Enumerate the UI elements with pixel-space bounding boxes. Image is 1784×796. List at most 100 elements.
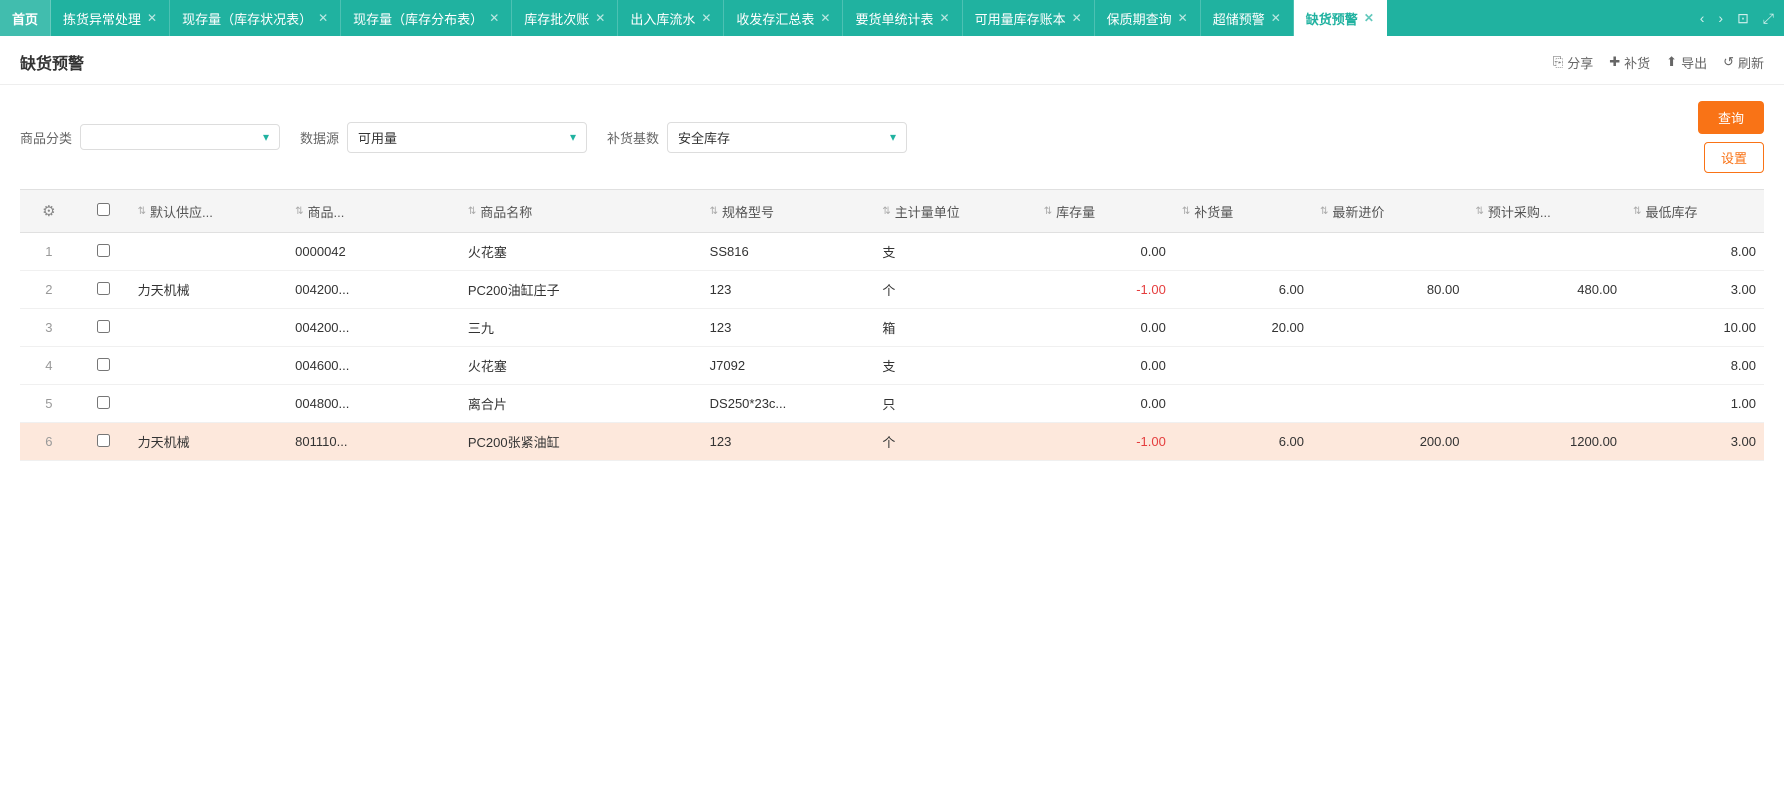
th-forecast-purchase: ⇅ 预计采购... (1467, 190, 1625, 233)
datasource-select[interactable]: 可用量 ▾ (347, 122, 587, 153)
row-unit: 箱 (874, 309, 1035, 347)
row-stock: 0.00 (1036, 233, 1174, 271)
column-settings-button[interactable]: ⚙ (40, 200, 57, 222)
tab-batch-account[interactable]: 库存批次账 ✕ (512, 0, 618, 36)
tab-close-expiry-query[interactable]: ✕ (1178, 11, 1188, 25)
row-spec: SS816 (702, 233, 875, 271)
th-min-stock: ⇅ 最低库存 (1625, 190, 1764, 233)
row-stock: 0.00 (1036, 385, 1174, 423)
table-row: 2 力天机械 004200... PC200油缸庄子 123 个 -1.00 6… (20, 271, 1764, 309)
th-select-all (78, 190, 130, 233)
tab-home[interactable]: 首页 (0, 0, 51, 36)
row-min-stock: 3.00 (1625, 271, 1764, 309)
page-title: 缺货预警 (20, 50, 84, 74)
row-checkbox[interactable] (97, 320, 110, 333)
row-latest-price: 200.00 (1312, 423, 1467, 461)
export-button[interactable]: ⬆ 导出 (1666, 53, 1707, 72)
row-forecast-purchase (1467, 233, 1625, 271)
tab-abnormal[interactable]: 拣货异常处理 ✕ (51, 0, 170, 36)
tab-stock-dist[interactable]: 现存量（库存分布表） ✕ (341, 0, 512, 36)
row-checkbox[interactable] (97, 358, 110, 371)
row-replenish (1174, 233, 1312, 271)
table-row: 6 力天机械 801110... PC200张紧油缸 123 个 -1.00 6… (20, 423, 1764, 461)
tab-next-button[interactable]: › (1712, 6, 1729, 30)
table-row: 5 004800... 离合片 DS250*23c... 只 0.00 1.00 (20, 385, 1764, 423)
row-checkbox[interactable] (97, 244, 110, 257)
th-supplier: ⇅ 默认供应... (130, 190, 288, 233)
row-latest-price (1312, 309, 1467, 347)
settings-button[interactable]: 设置 (1704, 142, 1764, 173)
tab-close-stock-dist[interactable]: ✕ (489, 11, 499, 25)
th-code: ⇅ 商品... (287, 190, 460, 233)
tab-close-order-stat[interactable]: ✕ (940, 11, 950, 25)
row-name: 离合片 (460, 385, 702, 423)
row-code: 004800... (287, 385, 460, 423)
row-forecast-purchase (1467, 385, 1625, 423)
tab-close-abnormal[interactable]: ✕ (147, 11, 157, 25)
refresh-button[interactable]: ↺ 刷新 (1723, 53, 1764, 72)
row-unit: 个 (874, 423, 1035, 461)
replenish-base-value: 安全库存 (678, 128, 730, 147)
select-all-checkbox[interactable] (97, 203, 110, 216)
tab-overstock[interactable]: 超储预警 ✕ (1201, 0, 1294, 36)
datasource-select-value: 可用量 (358, 128, 397, 147)
row-name: PC200油缸庄子 (460, 271, 702, 309)
header-actions: ⎘ 分享 ✚ 补货 ⬆ 导出 ↺ 刷新 (1553, 53, 1764, 72)
tab-close-inout-flow[interactable]: ✕ (701, 11, 711, 25)
tab-recv-summary[interactable]: 收发存汇总表 ✕ (724, 0, 843, 36)
share-button[interactable]: ⎘ 分享 (1553, 53, 1593, 72)
tab-close-recv-summary[interactable]: ✕ (820, 11, 830, 25)
tab-stock-status[interactable]: 现存量（库存状况表） ✕ (170, 0, 341, 36)
tab-shortage[interactable]: 缺货预警 ✕ (1294, 0, 1387, 36)
page-header: 缺货预警 ⎘ 分享 ✚ 补货 ⬆ 导出 ↺ 刷新 (0, 36, 1784, 85)
tab-avail-ledger[interactable]: 可用量库存账本 ✕ (963, 0, 1095, 36)
row-forecast-purchase: 1200.00 (1467, 423, 1625, 461)
row-checkbox-cell (78, 423, 130, 461)
th-forecast-sort-icon: ⇅ (1475, 206, 1483, 217)
row-latest-price (1312, 347, 1467, 385)
row-forecast-purchase: 480.00 (1467, 271, 1625, 309)
tab-fullscreen-button[interactable]: ⤢ (1757, 6, 1780, 31)
row-spec: DS250*23c... (702, 385, 875, 423)
row-checkbox[interactable] (97, 434, 110, 447)
tab-close-batch-account[interactable]: ✕ (595, 11, 605, 25)
row-checkbox-cell (78, 309, 130, 347)
row-spec: J7092 (702, 347, 875, 385)
replenish-button[interactable]: ✚ 补货 (1609, 53, 1650, 72)
tab-prev-button[interactable]: ‹ (1694, 6, 1711, 30)
row-min-stock: 10.00 (1625, 309, 1764, 347)
replenish-base-select[interactable]: 安全库存 ▾ (667, 122, 907, 153)
row-checkbox[interactable] (97, 282, 110, 295)
row-min-stock: 8.00 (1625, 347, 1764, 385)
query-button-row: 查询 (1698, 101, 1764, 134)
row-replenish (1174, 385, 1312, 423)
row-stock: 0.00 (1036, 347, 1174, 385)
tab-close-overstock[interactable]: ✕ (1271, 11, 1281, 25)
query-button[interactable]: 查询 (1698, 101, 1764, 134)
tab-close-shortage[interactable]: ✕ (1364, 11, 1374, 25)
row-checkbox[interactable] (97, 396, 110, 409)
th-stock: ⇅ 库存量 (1036, 190, 1174, 233)
category-chevron-down-icon: ▾ (263, 130, 269, 144)
tab-inout-flow[interactable]: 出入库流水 ✕ (618, 0, 724, 36)
th-gear: ⚙ (20, 190, 78, 233)
tab-close-stock-status[interactable]: ✕ (318, 11, 328, 25)
row-gear-cell: 6 (20, 423, 78, 461)
row-supplier (130, 347, 288, 385)
tab-order-stat[interactable]: 要货单统计表 ✕ (843, 0, 962, 36)
table-row: 1 0000042 火花塞 SS816 支 0.00 8.00 (20, 233, 1764, 271)
row-forecast-purchase (1467, 309, 1625, 347)
table-row: 4 004600... 火花塞 J7092 支 0.00 8.00 (20, 347, 1764, 385)
tab-expiry-query[interactable]: 保质期查询 ✕ (1095, 0, 1201, 36)
row-name: PC200张紧油缸 (460, 423, 702, 461)
row-gear-cell: 1 (20, 233, 78, 271)
row-replenish: 20.00 (1174, 309, 1312, 347)
tab-restore-button[interactable]: ⊡ (1731, 6, 1755, 31)
category-select[interactable]: ▾ (80, 124, 280, 150)
tab-close-avail-ledger[interactable]: ✕ (1072, 11, 1082, 25)
filter-right-buttons: 查询 设置 (1698, 101, 1764, 173)
replenish-base-chevron-down-icon: ▾ (890, 130, 896, 144)
table-row: 3 004200... 三九 123 箱 0.00 20.00 10.00 (20, 309, 1764, 347)
row-spec: 123 (702, 309, 875, 347)
th-spec: ⇅ 规格型号 (702, 190, 875, 233)
